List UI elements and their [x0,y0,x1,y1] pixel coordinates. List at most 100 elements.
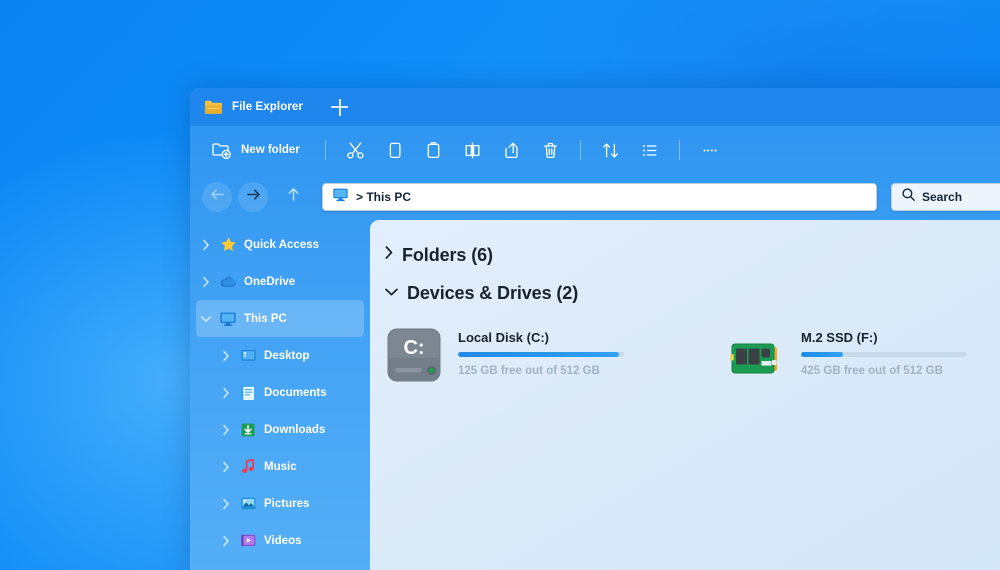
sidebar-item-videos[interactable]: Videos [196,522,364,559]
ellipsis-icon [700,141,719,160]
more-options-button[interactable] [691,134,728,166]
chevron-right-icon[interactable] [220,387,232,399]
chevron-down-icon[interactable] [200,315,212,323]
chevron-right-icon[interactable] [220,424,232,436]
sidebar-label: OneDrive [244,275,296,288]
sidebar-item-music[interactable]: Music [196,448,364,485]
trash-icon [541,141,560,160]
tab-strip: File Explorer [190,88,1000,126]
toolbar-separator-3 [678,140,680,160]
sidebar-label: Music [264,460,297,473]
drive-info: Local Disk (C:) 125 GB free out of 512 G… [458,324,643,377]
scissors-icon [346,141,365,160]
desktop-icon [239,347,257,365]
search-icon [901,187,916,207]
monitor-icon [219,310,237,328]
sidebar-item-onedrive[interactable]: OneDrive [196,263,364,300]
address-bar[interactable]: > This PC [322,183,877,211]
forward-button[interactable] [238,182,268,212]
tab-file-explorer[interactable]: File Explorer [200,92,315,122]
sidebar-label: Desktop [264,349,310,362]
chevron-right-icon[interactable] [220,535,232,547]
group-title: Folders (6) [402,244,493,265]
drive-name: M.2 SSD (F:) [801,330,878,345]
up-arrow-icon [286,186,301,208]
pictures-icon [239,495,257,513]
chevron-down-icon[interactable] [384,284,399,302]
drive-usage-bar [458,352,624,357]
chevron-right-icon[interactable] [220,461,232,473]
back-button[interactable] [202,182,232,212]
sidebar-label: Quick Access [244,238,320,251]
sidebar-label: Pictures [264,497,310,510]
delete-button[interactable] [532,134,569,166]
group-header-folders[interactable]: Folders (6) [384,238,1000,272]
sidebar-item-downloads[interactable]: Downloads [196,411,364,448]
share-icon [502,141,521,160]
cloud-icon [219,273,237,291]
sidebar-label: Downloads [264,423,326,436]
sort-arrows-icon [601,141,620,160]
documents-icon [239,384,257,402]
chevron-right-icon[interactable] [220,350,232,362]
desktop-background: File Explorer New folder > This PC Searc… [0,0,1000,570]
toolbar-separator-1 [324,140,326,160]
folder-icon [204,99,224,115]
music-note-icon [239,458,257,476]
clipboard-icon [424,141,443,160]
sidebar-item-quick-access[interactable]: Quick Access [196,226,364,263]
sidebar-item-documents[interactable]: Documents [196,374,364,411]
sidebar-label: Videos [264,534,302,547]
forward-arrow-icon [245,187,262,207]
sort-button[interactable] [592,134,629,166]
group-header-devices-drives[interactable]: Devices & Drives (2) [384,276,1000,310]
navigation-pane: Quick Access OneDrive This PC Desktop Do… [190,220,370,570]
drive-usage-bar [801,352,967,357]
toolbar-separator-2 [579,140,581,160]
new-folder-label: New folder [241,144,300,156]
sidebar-label: Documents [264,386,327,399]
rename-button[interactable] [454,134,491,166]
sidebar-item-pictures[interactable]: Pictures [196,485,364,522]
group-title: Devices & Drives (2) [407,282,579,303]
list-view-icon [640,141,659,160]
drive-usage-fill [801,352,843,357]
breadcrumb: > This PC [356,190,412,204]
view-button[interactable] [631,134,668,166]
copy-button[interactable] [376,134,413,166]
hard-disk-icon: C: [384,324,444,389]
sidebar-label: This PC [244,312,287,325]
copy-icon [385,141,404,160]
this-pc-monitor-icon [332,187,349,207]
search-box[interactable]: Search [891,183,1000,211]
m2-ssd-icon [727,324,787,393]
drive-info: M.2 SSD (F:) 425 GB free out of 512 GB [801,324,986,377]
up-button[interactable] [278,182,308,212]
content-pane: Folders (6) Devices & Drives (2) C: Loca… [370,220,1000,570]
cut-button[interactable] [337,134,374,166]
back-arrow-icon [209,187,226,207]
share-button[interactable] [493,134,530,166]
rename-icon [463,141,482,160]
drive-capacity-text: 125 GB free out of 512 GB [458,365,600,377]
window-body: Quick Access OneDrive This PC Desktop Do… [190,220,1000,570]
downloads-icon [239,421,257,439]
drive-item-m2-ssd-f[interactable]: M.2 SSD (F:) 425 GB free out of 512 GB [727,324,1000,393]
paste-button[interactable] [415,134,452,166]
drives-list: C: Local Disk (C:) 125 GB free out of 51… [384,310,1000,393]
new-folder-button[interactable]: New folder [202,134,314,166]
chevron-right-icon[interactable] [220,498,232,510]
videos-icon [239,532,257,550]
chevron-right-icon[interactable] [384,245,394,265]
svg-text:C:: C: [403,337,424,359]
search-label: Search [922,190,963,204]
sidebar-item-this-pc[interactable]: This PC [196,300,364,337]
new-folder-icon [211,141,232,160]
star-icon [219,236,237,254]
new-tab-button[interactable] [327,94,353,120]
chevron-right-icon[interactable] [200,239,212,251]
drive-item-local-disk-c[interactable]: C: Local Disk (C:) 125 GB free out of 51… [384,324,727,393]
sidebar-item-desktop[interactable]: Desktop [196,337,364,374]
chevron-right-icon[interactable] [200,276,212,288]
drive-capacity-text: 425 GB free out of 512 GB [801,365,943,377]
